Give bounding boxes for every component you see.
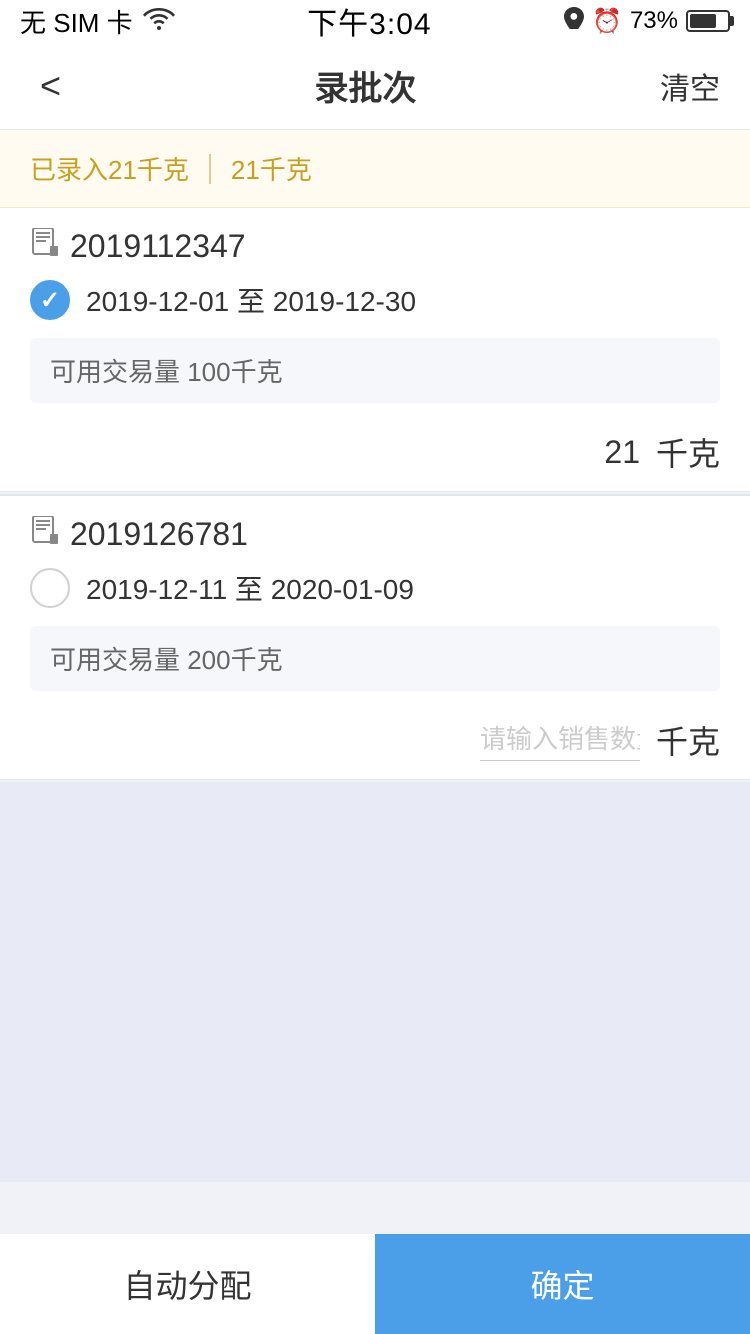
batch-item-2: 2019126781 2019-12-11 至 2020-01-09 可用交易量… xyxy=(0,496,750,780)
gray-area xyxy=(0,782,750,1182)
batch-doc-icon-1 xyxy=(30,228,60,265)
battery-icon xyxy=(686,10,730,32)
carrier-text: 无 SIM 卡 xyxy=(20,3,133,40)
quantity-value-1: 21 xyxy=(580,434,640,471)
status-right: ⏰ 73% xyxy=(564,7,730,36)
info-banner: 已录入21千克 21千克 xyxy=(0,130,750,208)
batch-number-2: 2019126781 xyxy=(70,516,248,553)
recorded-amount-value: 21千克 xyxy=(231,150,312,187)
quantity-unit-1: 千克 xyxy=(656,429,720,475)
alarm-icon: ⏰ xyxy=(592,7,622,36)
battery-percent: 73% xyxy=(630,7,678,35)
batch-date-row-2: 2019-12-11 至 2020-01-09 xyxy=(0,563,750,618)
status-carrier: 无 SIM 卡 xyxy=(20,3,175,40)
confirm-button[interactable]: 确定 xyxy=(375,1234,750,1334)
batch-date-2: 2019-12-11 至 2020-01-09 xyxy=(86,568,414,608)
bottom-buttons: 自动分配 确定 xyxy=(0,1234,750,1334)
banner-divider xyxy=(209,154,211,184)
batch-number-1: 2019112347 xyxy=(70,228,246,265)
quantity-row-2: 千克 xyxy=(0,701,750,780)
batch-available-2: 可用交易量 200千克 xyxy=(30,626,720,691)
batch-available-1: 可用交易量 100千克 xyxy=(30,338,720,403)
quantity-input-2[interactable] xyxy=(480,719,640,761)
batch-checkbox-1[interactable] xyxy=(30,280,70,320)
batch-doc-icon-2 xyxy=(30,516,60,553)
status-bar: 无 SIM 卡 下午3:04 ⏰ 73% xyxy=(0,0,750,42)
wifi-icon xyxy=(143,6,175,37)
batch-date-row-1: 2019-12-01 至 2019-12-30 xyxy=(0,275,750,330)
batch-checkbox-2[interactable] xyxy=(30,568,70,608)
clear-button[interactable]: 清空 xyxy=(660,64,720,108)
quantity-row-1: 21 千克 xyxy=(0,413,750,492)
batch-date-1: 2019-12-01 至 2019-12-30 xyxy=(86,280,416,320)
page-title: 录批次 xyxy=(315,61,417,110)
quantity-unit-2: 千克 xyxy=(656,717,720,763)
back-button[interactable]: < xyxy=(30,55,71,117)
batch-header-1: 2019112347 xyxy=(0,208,750,275)
recorded-amount-label: 已录入21千克 xyxy=(30,150,189,187)
location-icon xyxy=(564,7,584,36)
auto-distribute-button[interactable]: 自动分配 xyxy=(0,1234,375,1334)
batch-item-1: 2019112347 2019-12-01 至 2019-12-30 可用交易量… xyxy=(0,208,750,492)
batch-header-2: 2019126781 xyxy=(0,496,750,563)
nav-bar: < 录批次 清空 xyxy=(0,42,750,130)
status-time: 下午3:04 xyxy=(307,0,431,43)
